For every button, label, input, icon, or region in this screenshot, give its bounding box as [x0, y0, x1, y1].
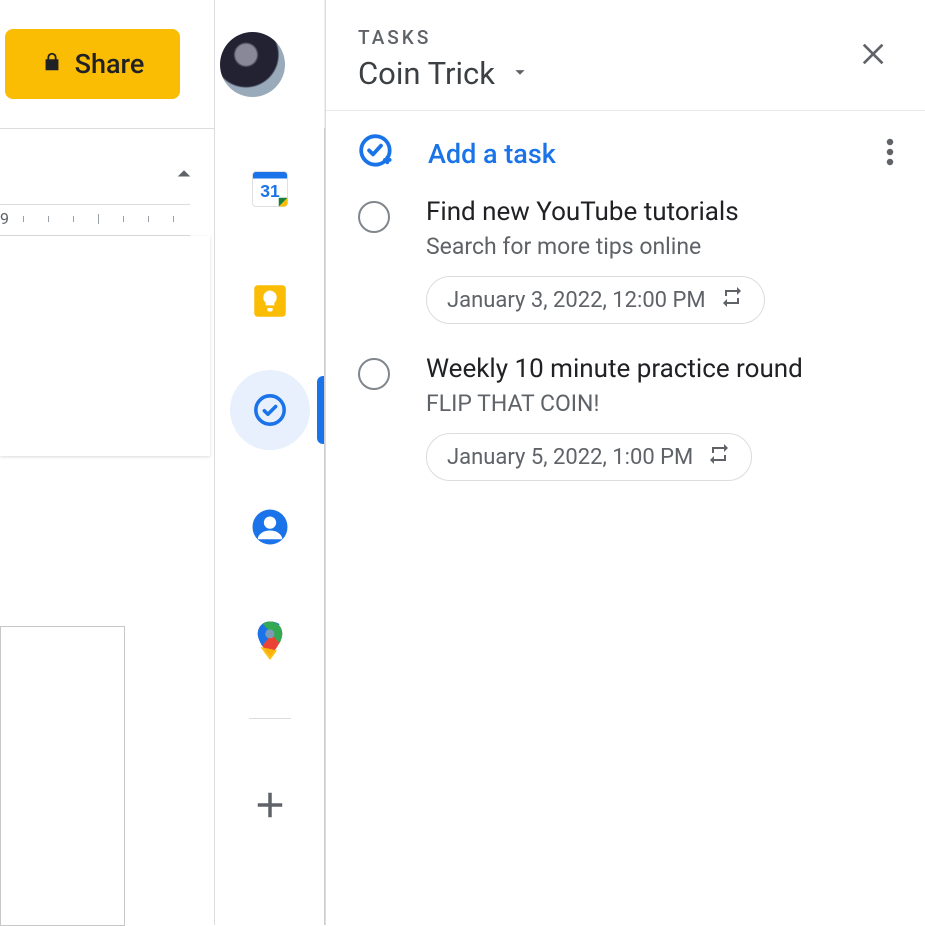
svg-text:31: 31: [260, 181, 280, 201]
task-details: FLIP THAT COIN!: [426, 390, 803, 417]
task-date-text: January 3, 2022, 12:00 PM: [447, 288, 706, 313]
complete-task-checkbox[interactable]: [358, 201, 390, 233]
tasks-app-icon[interactable]: [230, 370, 310, 450]
document-canvas-fragment[interactable]: [0, 236, 210, 456]
task-item[interactable]: Weekly 10 minute practice round FLIP THA…: [358, 354, 895, 481]
side-panel-rail: 31: [215, 128, 325, 925]
editor-left-crop: Share 9: [0, 0, 215, 925]
panel-eyebrow: TASKS: [358, 26, 531, 49]
task-date-chip[interactable]: January 3, 2022, 12:00 PM: [426, 276, 765, 324]
tasks-list: Find new YouTube tutorials Search for mo…: [326, 197, 925, 481]
contacts-app-icon[interactable]: [249, 506, 291, 548]
task-list-selector[interactable]: Coin Trick: [358, 55, 531, 92]
share-label: Share: [75, 48, 145, 80]
calendar-app-icon[interactable]: 31: [249, 168, 291, 210]
rail-divider: [249, 718, 291, 719]
active-app-indicator: [317, 376, 324, 444]
task-title: Weekly 10 minute practice round: [426, 354, 803, 384]
task-list-name: Coin Trick: [358, 55, 495, 92]
add-task-label: Add a task: [428, 138, 556, 170]
collapse-outline-button[interactable]: [155, 145, 213, 203]
ruler: 9: [0, 204, 190, 236]
share-button[interactable]: Share: [5, 29, 180, 99]
ruler-number: 9: [0, 209, 9, 228]
add-addon-button[interactable]: [249, 784, 291, 826]
task-date-text: January 5, 2022, 1:00 PM: [447, 445, 693, 470]
repeat-icon: [720, 285, 744, 315]
maps-app-icon[interactable]: [249, 618, 291, 660]
task-details: Search for more tips online: [426, 233, 765, 260]
add-task-icon: [358, 133, 396, 175]
task-title: Find new YouTube tutorials: [426, 197, 765, 227]
caret-down-icon: [509, 61, 531, 87]
divider: [0, 128, 215, 129]
keep-app-icon[interactable]: [249, 280, 291, 322]
complete-task-checkbox[interactable]: [358, 358, 390, 390]
repeat-icon: [707, 442, 731, 472]
add-task-button[interactable]: Add a task: [358, 133, 556, 175]
tasks-panel-header: TASKS Coin Trick: [326, 0, 925, 111]
close-panel-button[interactable]: [855, 34, 895, 78]
lock-icon: [41, 48, 63, 80]
task-item[interactable]: Find new YouTube tutorials Search for mo…: [358, 197, 895, 324]
list-options-button[interactable]: [885, 137, 895, 171]
account-avatar[interactable]: [220, 32, 285, 97]
document-canvas-fragment[interactable]: [0, 626, 125, 926]
task-date-chip[interactable]: January 5, 2022, 1:00 PM: [426, 433, 752, 481]
tasks-panel: TASKS Coin Trick Add a task Fi: [325, 0, 925, 925]
